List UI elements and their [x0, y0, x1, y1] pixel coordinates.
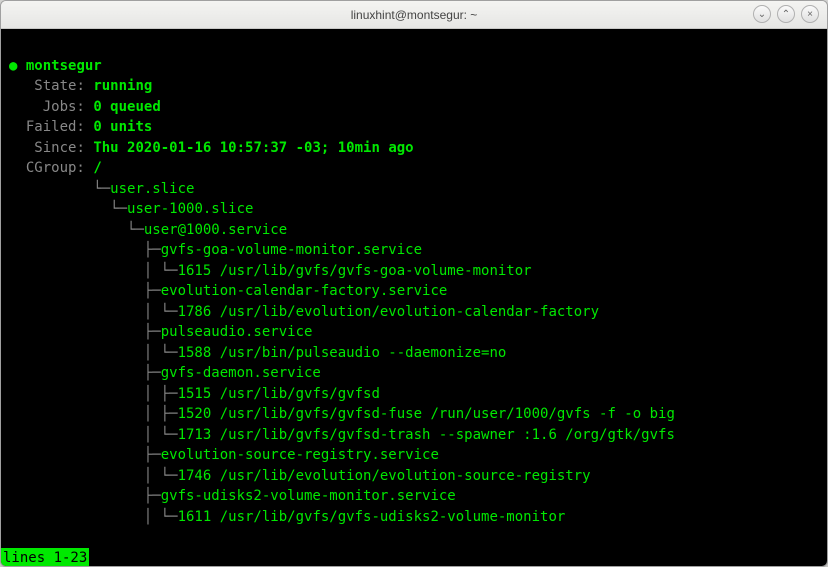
tree-branch: └─	[110, 201, 127, 217]
tree-branch: └─	[93, 181, 110, 197]
window-controls: ⌄ ⌃ ×	[753, 5, 819, 23]
service-name: pulseaudio.service	[161, 324, 313, 340]
cgroup-value: /	[93, 160, 101, 176]
state-label: State:	[34, 78, 85, 94]
tree-branch: ├─	[144, 283, 161, 299]
tree-branch: │ ├─	[144, 386, 178, 402]
since-label: Since:	[34, 140, 85, 156]
process-line: 1713 /usr/lib/gvfs/gvfsd-trash --spawner…	[178, 427, 675, 443]
close-button[interactable]: ×	[801, 5, 819, 23]
tree-branch: ├─	[144, 242, 161, 258]
service-name: evolution-calendar-factory.service	[161, 283, 448, 299]
tree-branch: │ └─	[144, 304, 178, 320]
status-bullet: ●	[9, 58, 17, 74]
tree-branch: │ └─	[144, 263, 178, 279]
since-value: Thu 2020-01-16 10:57:37 -03; 10min ago	[93, 140, 413, 156]
user-1000-slice: user-1000.slice	[127, 201, 253, 217]
minimize-button[interactable]: ⌄	[753, 5, 771, 23]
process-line: 1515 /usr/lib/gvfs/gvfsd	[178, 386, 380, 402]
tree-branch: ├─	[144, 447, 161, 463]
window-title: linuxhint@montsegur: ~	[351, 8, 478, 22]
tree-branch: │ └─	[144, 345, 178, 361]
failed-label: Failed:	[26, 119, 85, 135]
user-slice: user.slice	[110, 181, 194, 197]
tree-branch: ├─	[144, 365, 161, 381]
titlebar: linuxhint@montsegur: ~ ⌄ ⌃ ×	[1, 1, 827, 29]
process-line: 1615 /usr/lib/gvfs/gvfs-goa-volume-monit…	[178, 263, 532, 279]
process-line: 1611 /usr/lib/gvfs/gvfs-udisks2-volume-m…	[178, 509, 566, 525]
hostname: montsegur	[26, 58, 102, 74]
maximize-button[interactable]: ⌃	[777, 5, 795, 23]
tree-branch: ├─	[144, 488, 161, 504]
jobs-value: 0 queued	[93, 99, 160, 115]
pager-status: lines 1-23	[1, 548, 89, 567]
process-line: 1520 /usr/lib/gvfs/gvfsd-fuse /run/user/…	[178, 406, 675, 422]
process-line: 1746 /usr/lib/evolution/evolution-source…	[178, 468, 591, 484]
jobs-label: Jobs:	[43, 99, 85, 115]
service-name: gvfs-goa-volume-monitor.service	[161, 242, 422, 258]
process-line: 1588 /usr/bin/pulseaudio --daemonize=no	[178, 345, 507, 361]
state-value: running	[93, 78, 152, 94]
process-line: 1786 /usr/lib/evolution/evolution-calend…	[178, 304, 599, 320]
terminal-body[interactable]: ● montsegur State: running Jobs: 0 queue…	[1, 29, 827, 567]
tree-branch: ├─	[144, 324, 161, 340]
terminal-window: linuxhint@montsegur: ~ ⌄ ⌃ × ● montsegur…	[0, 0, 828, 567]
tree-branch: │ └─	[144, 427, 178, 443]
service-name: gvfs-udisks2-volume-monitor.service	[161, 488, 456, 504]
tree-branch: │ ├─	[144, 406, 178, 422]
service-name: gvfs-daemon.service	[161, 365, 321, 381]
tree-branch: │ └─	[144, 468, 178, 484]
service-name: evolution-source-registry.service	[161, 447, 439, 463]
failed-value: 0 units	[93, 119, 152, 135]
tree-branch: └─	[127, 222, 144, 238]
cgroup-label: CGroup:	[26, 160, 85, 176]
tree-branch: │ └─	[144, 509, 178, 525]
user-1000-service: user@1000.service	[144, 222, 287, 238]
